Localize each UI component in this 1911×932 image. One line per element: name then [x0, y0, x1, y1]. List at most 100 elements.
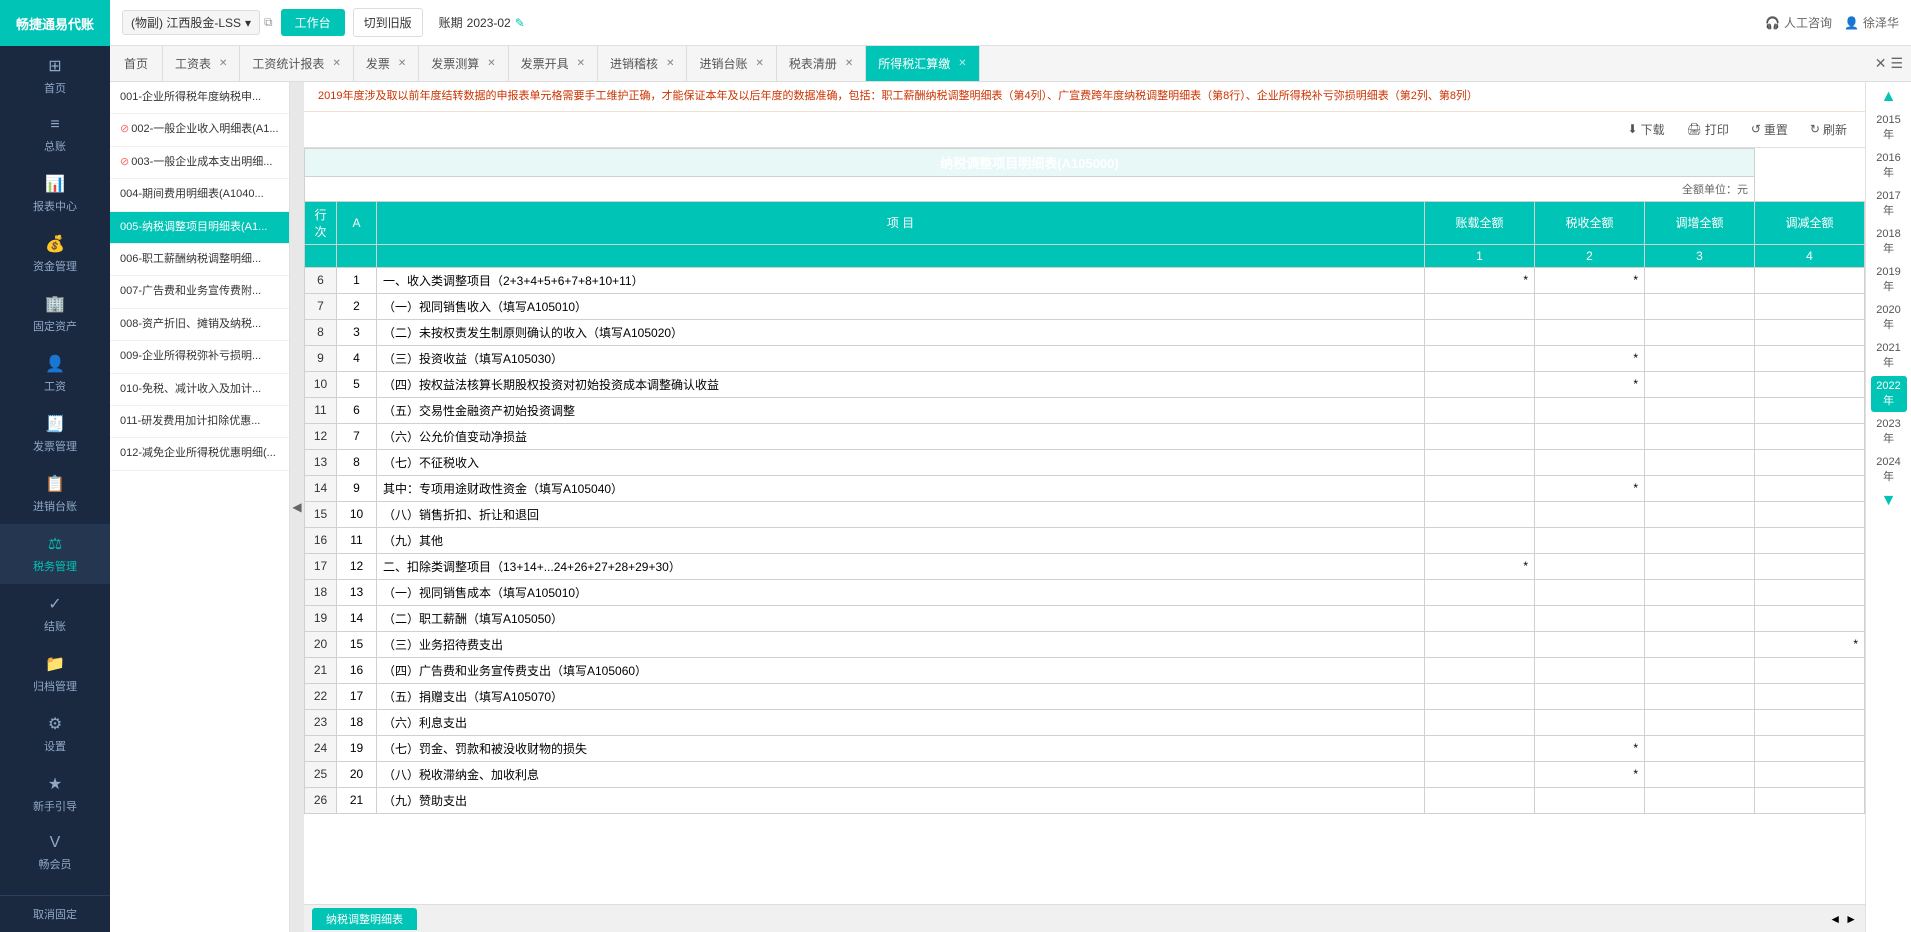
tab-close-invoice-calc[interactable]: ✕	[487, 58, 495, 69]
sidebar-item-home[interactable]: ⊞首页	[0, 46, 110, 106]
year-item-2016年[interactable]: 2016年	[1871, 148, 1907, 184]
col-b[interactable]: （五）捐赠支出（填写A105070）	[377, 683, 1425, 709]
col-e[interactable]	[1645, 449, 1755, 475]
col-d[interactable]: *	[1535, 345, 1645, 371]
col-e[interactable]	[1645, 501, 1755, 527]
sidebar-item-new-guide[interactable]: ★新手引导	[0, 764, 110, 824]
col-f[interactable]	[1755, 397, 1865, 423]
year-item-2018年[interactable]: 2018年	[1871, 224, 1907, 260]
col-e[interactable]	[1645, 761, 1755, 787]
col-b[interactable]: （七）罚金、罚款和被没收财物的损失	[377, 735, 1425, 761]
col-b[interactable]: （六）公允价值变动净损益	[377, 423, 1425, 449]
col-f[interactable]	[1755, 267, 1865, 293]
tab-close-invoice-open[interactable]: ✕	[577, 58, 585, 69]
col-d[interactable]	[1535, 579, 1645, 605]
col-d[interactable]: *	[1535, 267, 1645, 293]
col-c[interactable]	[1425, 683, 1535, 709]
col-f[interactable]	[1755, 709, 1865, 735]
tab-close-invoice[interactable]: ✕	[398, 58, 406, 69]
col-d[interactable]	[1535, 553, 1645, 579]
year-item-2022年[interactable]: 2022年	[1871, 376, 1907, 412]
col-d[interactable]	[1535, 501, 1645, 527]
col-c[interactable]	[1425, 501, 1535, 527]
col-e[interactable]	[1645, 371, 1755, 397]
download-button[interactable]: ⬇ 下载	[1622, 118, 1671, 141]
col-e[interactable]	[1645, 423, 1755, 449]
tab-income-tax[interactable]: 所得税汇算缴✕	[866, 46, 979, 82]
col-b[interactable]: （七）不征税收入	[377, 449, 1425, 475]
user-profile[interactable]: 👤 徐泽华	[1844, 14, 1899, 31]
col-e[interactable]	[1645, 397, 1755, 423]
col-f[interactable]	[1755, 527, 1865, 553]
col-d[interactable]	[1535, 631, 1645, 657]
col-b[interactable]: （八）税收滞纳金、加收利息	[377, 761, 1425, 787]
col-e[interactable]	[1645, 683, 1755, 709]
col-e[interactable]	[1645, 579, 1755, 605]
col-b[interactable]: （九）其他	[377, 527, 1425, 553]
col-e[interactable]	[1645, 657, 1755, 683]
print-button[interactable]: 🖨 打印	[1681, 118, 1735, 141]
tab-purchase-check[interactable]: 进销稽核✕	[598, 46, 687, 82]
col-c[interactable]	[1425, 293, 1535, 319]
col-d[interactable]: *	[1535, 371, 1645, 397]
left-panel-item-008[interactable]: 008-资产折旧、摊销及纳税...	[110, 309, 289, 341]
col-c[interactable]	[1425, 735, 1535, 761]
col-b[interactable]: 一、收入类调整项目（2+3+4+5+6+7+8+10+11）	[377, 267, 1425, 293]
col-f[interactable]	[1755, 501, 1865, 527]
col-c[interactable]: *	[1425, 267, 1535, 293]
col-c[interactable]	[1425, 527, 1535, 553]
col-d[interactable]	[1535, 319, 1645, 345]
year-item-2024年[interactable]: 2024年	[1871, 452, 1907, 488]
col-c[interactable]	[1425, 449, 1535, 475]
col-b[interactable]: （八）销售折扣、折让和退回	[377, 501, 1425, 527]
left-panel-item-009[interactable]: 009-企业所得税弥补亏损明...	[110, 341, 289, 373]
sidebar-item-fixed-assets[interactable]: 🏢固定资产	[0, 284, 110, 344]
table-container[interactable]: 纳税调整项目明细表(A105000) 全额单位：元 行次 A 项 目 账载全额 …	[304, 148, 1865, 905]
col-e[interactable]	[1645, 345, 1755, 371]
sidebar-item-archive[interactable]: 📁归档管理	[0, 644, 110, 704]
col-e[interactable]	[1645, 475, 1755, 501]
col-c[interactable]	[1425, 761, 1535, 787]
col-f[interactable]	[1755, 553, 1865, 579]
sidebar-item-report-center[interactable]: 📊报表中心	[0, 164, 110, 224]
sidebar-item-settle[interactable]: ✓结账	[0, 584, 110, 644]
year-item-2021年[interactable]: 2021年	[1871, 338, 1907, 374]
col-f[interactable]	[1755, 371, 1865, 397]
col-f[interactable]	[1755, 605, 1865, 631]
col-b[interactable]: （六）利息支出	[377, 709, 1425, 735]
sidebar-item-member[interactable]: V畅会员	[0, 824, 110, 882]
col-d[interactable]	[1535, 293, 1645, 319]
sidebar-item-general-ledger[interactable]: ≡总账	[0, 106, 110, 164]
col-d[interactable]: *	[1535, 475, 1645, 501]
col-f[interactable]	[1755, 761, 1865, 787]
tab-close-purchase-check[interactable]: ✕	[666, 58, 674, 69]
col-d[interactable]	[1535, 605, 1645, 631]
left-panel-item-007[interactable]: 007-广告费和业务宣传费附...	[110, 276, 289, 308]
left-panel-item-012[interactable]: 012-减免企业所得税优惠明细(...	[110, 438, 289, 470]
sidebar-item-asset-mgmt[interactable]: 💰资金管理	[0, 224, 110, 284]
col-d[interactable]: *	[1535, 735, 1645, 761]
col-d[interactable]: *	[1535, 761, 1645, 787]
col-f[interactable]	[1755, 449, 1865, 475]
tab-invoice-open[interactable]: 发票开具✕	[509, 46, 598, 82]
col-e[interactable]	[1645, 319, 1755, 345]
left-panel-item-002[interactable]: ⊘002-一般企业收入明细表(A1...	[110, 114, 289, 146]
col-f[interactable]	[1755, 657, 1865, 683]
company-label[interactable]: (物副) 江西股金-LSS ▾	[122, 10, 260, 35]
left-panel-item-003[interactable]: ⊘003-一般企业成本支出明细...	[110, 147, 289, 179]
year-item-2019年[interactable]: 2019年	[1871, 262, 1907, 298]
tab-close-payroll-report[interactable]: ✕	[332, 58, 340, 69]
tab-payroll[interactable]: 工资表✕	[163, 46, 240, 82]
col-b[interactable]: 其中：专项用途财政性资金（填写A105040）	[377, 475, 1425, 501]
col-c[interactable]	[1425, 579, 1535, 605]
col-b[interactable]: （四）按权益法核算长期股权投资对初始投资成本调整确认收益	[377, 371, 1425, 397]
col-c[interactable]	[1425, 319, 1535, 345]
col-b[interactable]: （三）业务招待费支出	[377, 631, 1425, 657]
left-panel-item-010[interactable]: 010-免税、减计收入及加计...	[110, 374, 289, 406]
col-c[interactable]	[1425, 787, 1535, 813]
col-e[interactable]	[1645, 267, 1755, 293]
year-item-2015年[interactable]: 2015年	[1871, 110, 1907, 146]
col-e[interactable]	[1645, 709, 1755, 735]
old-version-button[interactable]: 切到旧版	[353, 8, 423, 37]
col-e[interactable]	[1645, 631, 1755, 657]
